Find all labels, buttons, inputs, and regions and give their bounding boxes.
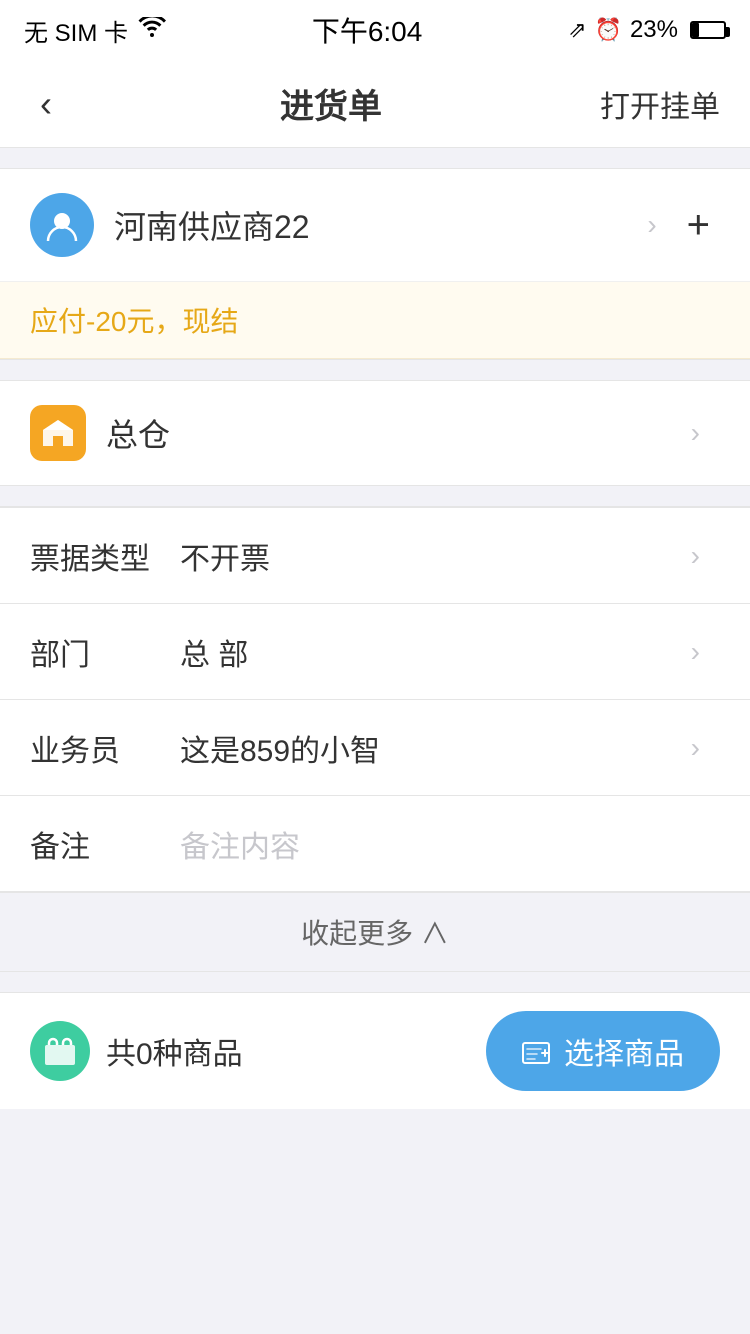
salesperson-label: 业务员 (30, 726, 170, 770)
supplier-chevron-icon: › (647, 209, 656, 241)
department-row[interactable]: 部门 总 部 › (0, 603, 750, 699)
department-label: 部门 (30, 630, 170, 674)
form-section: 票据类型 不开票 › 部门 总 部 › 业务员 这是859的小智 › 备注 备注… (0, 506, 750, 892)
alarm-icon: ⏰ (595, 17, 622, 43)
nav-bar: ‹ 进货单 打开挂单 (0, 60, 750, 148)
select-product-label: 选择商品 (564, 1029, 684, 1073)
status-time: 下午6:04 (312, 10, 423, 50)
supplier-notice: 应付-20元，现结 (0, 282, 750, 359)
invoice-type-chevron-icon: › (691, 540, 700, 572)
section-gap-1 (0, 148, 750, 168)
select-product-button[interactable]: 选择商品 (486, 1011, 720, 1091)
invoice-type-value: 不开票 (170, 534, 691, 578)
warehouse-icon (30, 405, 86, 461)
supplier-name: 河南供应商22 (114, 202, 647, 248)
add-button[interactable]: + (677, 203, 720, 248)
collapse-button[interactable]: 收起更多 ∧ (0, 892, 750, 972)
status-right: ⇗ ⏰ 23% (568, 16, 726, 44)
section-gap-3 (0, 486, 750, 506)
status-left: 无 SIM 卡 (24, 13, 166, 48)
select-product-icon (522, 1037, 554, 1065)
salesperson-value: 这是859的小智 (170, 726, 691, 770)
page-title: 进货单 (280, 79, 382, 128)
supplier-avatar (30, 193, 94, 257)
location-icon: ⇗ (568, 17, 586, 43)
back-button[interactable]: ‹ (30, 73, 62, 135)
department-chevron-icon: › (691, 636, 700, 668)
salesperson-row[interactable]: 业务员 这是859的小智 › (0, 699, 750, 795)
product-bar: 共0种商品 选择商品 (0, 992, 750, 1109)
section-gap-2 (0, 360, 750, 380)
warehouse-section: 总仓 › (0, 380, 750, 486)
warehouse-name: 总仓 (106, 410, 691, 456)
warehouse-chevron-icon: › (691, 417, 700, 449)
invoice-type-row[interactable]: 票据类型 不开票 › (0, 507, 750, 603)
invoice-type-label: 票据类型 (30, 534, 170, 578)
wifi-icon (138, 16, 166, 44)
salesperson-chevron-icon: › (691, 732, 700, 764)
product-count-text: 共0种商品 (106, 1029, 243, 1073)
remark-label: 备注 (30, 822, 170, 866)
remark-input[interactable]: 备注内容 (170, 822, 720, 866)
open-pending-button[interactable]: 打开挂单 (600, 82, 720, 126)
department-value: 总 部 (170, 630, 691, 674)
remark-row[interactable]: 备注 备注内容 (0, 795, 750, 891)
collapse-label: 收起更多 ∧ (301, 912, 449, 952)
status-bar: 无 SIM 卡 下午6:04 ⇗ ⏰ 23% (0, 0, 750, 60)
warehouse-row[interactable]: 总仓 › (0, 381, 750, 485)
carrier-text: 无 SIM 卡 (24, 13, 128, 48)
battery-icon (690, 21, 726, 39)
supplier-row[interactable]: 河南供应商22 › + (0, 169, 750, 282)
supplier-section: 河南供应商22 › + 应付-20元，现结 (0, 168, 750, 360)
battery-percent: 23% (630, 16, 678, 44)
section-gap-4 (0, 972, 750, 992)
product-count-icon (30, 1021, 90, 1081)
